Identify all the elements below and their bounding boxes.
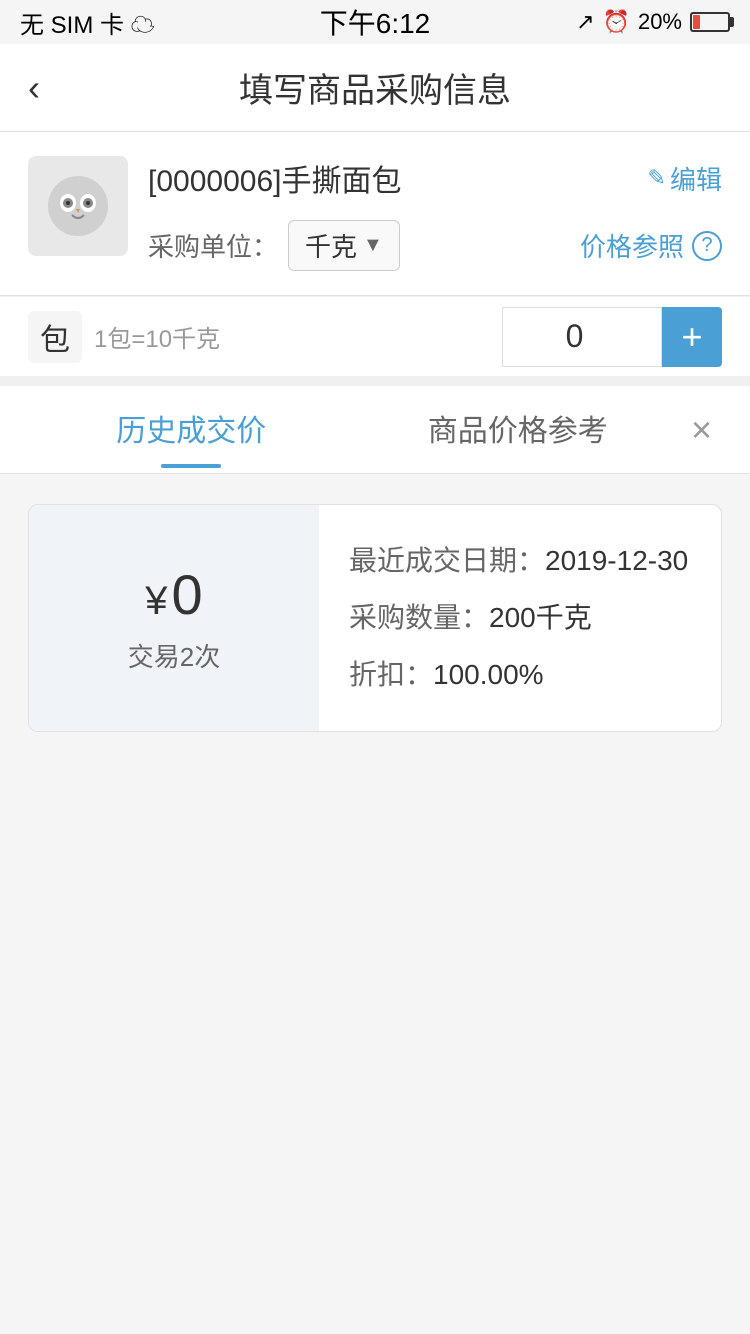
back-button[interactable]: ‹ <box>28 67 40 109</box>
detail-purchase-qty: 采购数量：200千克 <box>349 598 691 637</box>
product-unit-row: 采购单位： 千克 ▼ 价格参照 ? <box>148 220 722 271</box>
status-left: 无 SIM 卡 ☁ <box>20 5 155 40</box>
unit-label: 采购单位： <box>148 227 278 264</box>
price-value: 0 <box>172 563 203 626</box>
purchase-qty-label: 采购数量： <box>349 602 489 633</box>
status-time: 下午6:12 <box>320 2 431 42</box>
tab-history-label: 历史成交价 <box>116 415 266 448</box>
detail-discount: 折扣：100.00% <box>349 655 691 694</box>
sim-status: 无 SIM 卡 ☁ <box>20 5 155 40</box>
section-divider <box>0 376 750 386</box>
product-logo-icon <box>43 171 113 241</box>
quantity-left: 包 1包=10千克 <box>28 311 220 363</box>
recent-date-label: 最近成交日期： <box>349 545 545 576</box>
battery-percent: 20% <box>638 9 682 35</box>
unit-select[interactable]: 千克 ▼ <box>288 220 400 271</box>
tab-price-ref-label: 商品价格参考 <box>428 415 608 448</box>
tab-close-button[interactable]: × <box>681 409 722 451</box>
price-reference-button[interactable]: 价格参照 ? <box>580 227 722 264</box>
product-image <box>28 156 128 256</box>
quantity-input-group: + <box>502 307 722 367</box>
help-icon: ? <box>692 231 722 261</box>
alarm-icon: ⏰ <box>603 9 630 35</box>
status-bar: 无 SIM 卡 ☁ 下午6:12 ↗ ⏰ 20% <box>0 0 750 44</box>
quantity-unit-label: 包 <box>28 311 82 363</box>
unit-value: 千克 <box>305 227 357 264</box>
battery-icon <box>690 12 730 32</box>
quantity-row: 包 1包=10千克 + <box>0 296 750 376</box>
location-icon: ↗ <box>576 9 594 35</box>
discount-label: 折扣： <box>349 659 433 690</box>
product-header: [0000006]手撕面包 ✎ 编辑 <box>148 156 722 200</box>
trade-count: 交易2次 <box>128 637 220 674</box>
plus-icon: + <box>681 316 702 358</box>
unit-selector-group: 采购单位： 千克 ▼ <box>148 220 400 271</box>
tabs-container: 历史成交价 商品价格参考 × <box>0 386 750 474</box>
product-card: [0000006]手撕面包 ✎ 编辑 采购单位： 千克 ▼ 价格参照 ? <box>0 132 750 296</box>
edit-label: 编辑 <box>670 160 722 197</box>
detail-recent-date: 最近成交日期：2019-12-30 <box>349 541 691 580</box>
quantity-conversion: 1包=10千克 <box>94 319 220 354</box>
quantity-input[interactable] <box>502 307 662 367</box>
edit-icon: ✎ <box>648 165 666 191</box>
price-ref-label: 价格参照 <box>580 227 684 264</box>
discount-value: 100.00% <box>433 659 544 690</box>
recent-date-value: 2019-12-30 <box>545 545 688 576</box>
card-details: 最近成交日期：2019-12-30 采购数量：200千克 折扣：100.00% <box>319 505 721 731</box>
status-right: ↗ ⏰ 20% <box>576 9 730 35</box>
purchase-qty-value: 200千克 <box>489 602 592 633</box>
tab-history-price[interactable]: 历史成交价 <box>28 406 354 454</box>
tab-price-reference[interactable]: 商品价格参考 <box>354 406 680 454</box>
quantity-plus-button[interactable]: + <box>662 307 722 367</box>
product-name: [0000006]手撕面包 <box>148 156 401 200</box>
nav-bar: ‹ 填写商品采购信息 <box>0 44 750 132</box>
content-area: ¥0 交易2次 最近成交日期：2019-12-30 采购数量：200千克 折扣：… <box>0 474 750 974</box>
card-price-summary: ¥0 交易2次 <box>29 505 319 731</box>
price-display: ¥0 <box>145 562 202 627</box>
unit-dropdown-arrow-icon: ▼ <box>363 234 383 257</box>
page-title: 填写商品采购信息 <box>239 63 511 112</box>
currency-symbol: ¥ <box>145 579 167 623</box>
history-card: ¥0 交易2次 最近成交日期：2019-12-30 采购数量：200千克 折扣：… <box>28 504 722 732</box>
product-top: [0000006]手撕面包 ✎ 编辑 采购单位： 千克 ▼ 价格参照 ? <box>28 156 722 271</box>
edit-button[interactable]: ✎ 编辑 <box>648 160 722 197</box>
product-info: [0000006]手撕面包 ✎ 编辑 采购单位： 千克 ▼ 价格参照 ? <box>148 156 722 271</box>
